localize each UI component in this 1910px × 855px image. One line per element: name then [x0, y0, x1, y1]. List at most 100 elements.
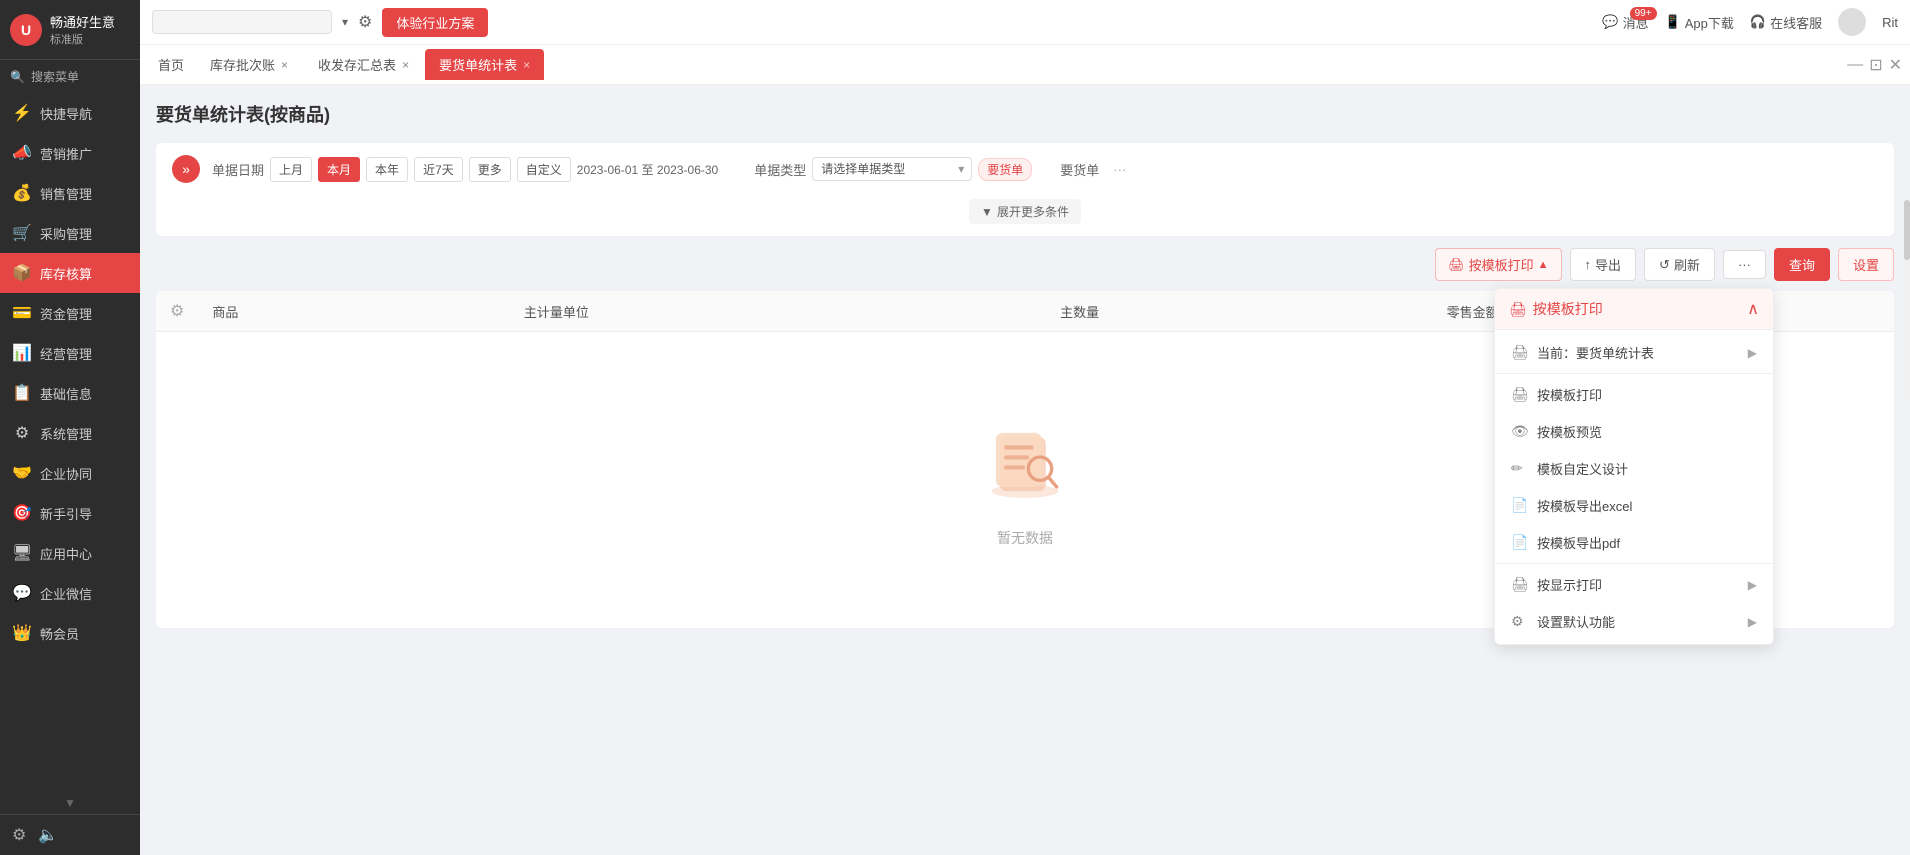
- print-item-export-excel[interactable]: 📄 按模板导出excel: [1495, 487, 1773, 524]
- type-select[interactable]: 请选择单据类型: [812, 157, 972, 181]
- sidebar-item-purchase[interactable]: 🛒 采购管理: [0, 213, 140, 253]
- sidebar-item-label: 新手引导: [40, 504, 92, 523]
- sidebar-item-marketing[interactable]: 📣 营销推广: [0, 133, 140, 173]
- expand-filter-row: ▼ 展开更多条件: [172, 199, 1878, 224]
- window-close-icon[interactable]: ✕: [1889, 55, 1902, 75]
- right-scrollbar[interactable]: [1904, 200, 1910, 400]
- user-avatar[interactable]: [1838, 8, 1866, 36]
- username-label: Rit: [1882, 15, 1898, 30]
- page-title: 要货单统计表(按商品): [156, 101, 1894, 127]
- table-settings-icon[interactable]: ⚙: [170, 303, 184, 320]
- template-print-label: 按模板打印: [1537, 385, 1602, 404]
- expand-label: 展开更多条件: [997, 203, 1069, 220]
- date-btn-this-month[interactable]: 本月: [318, 157, 360, 182]
- refresh-button[interactable]: ↺ 刷新: [1644, 248, 1715, 281]
- print-template-button[interactable]: 🖨 按模板打印 ▲: [1435, 248, 1561, 281]
- sidebar-item-enterprise[interactable]: 🤝 企业协同: [0, 453, 140, 493]
- footer-settings-icon[interactable]: ⚙: [12, 825, 26, 845]
- app-center-icon: 🖥: [12, 543, 32, 563]
- sidebar-item-inventory[interactable]: 📦 库存核算: [0, 253, 140, 293]
- sidebar-scroll-down[interactable]: ▼: [0, 792, 140, 814]
- date-btn-custom[interactable]: 自定义: [517, 157, 571, 182]
- date-btn-more[interactable]: 更多: [469, 157, 511, 182]
- tab-order-stats[interactable]: 要货单统计表 ×: [425, 49, 544, 80]
- settings-button[interactable]: 设置: [1838, 248, 1894, 281]
- tab-home[interactable]: 首页: [148, 49, 194, 80]
- message-button[interactable]: 💬 消息 99+: [1602, 13, 1648, 32]
- print-dropdown-title-label: 按模板打印: [1533, 299, 1603, 319]
- divider-2: [1495, 563, 1773, 564]
- tab-receipt-summary[interactable]: 收发存汇总表 ×: [304, 49, 423, 80]
- sidebar-item-sales[interactable]: 💰 销售管理: [0, 173, 140, 213]
- print-item-template-preview[interactable]: 👁 按模板预览: [1495, 413, 1773, 450]
- sidebar-item-finance[interactable]: 💳 资金管理: [0, 293, 140, 333]
- sidebar-item-system[interactable]: ⚙ 系统管理: [0, 413, 140, 453]
- print-item-template-design[interactable]: ✏ 模板自定义设计: [1495, 450, 1773, 487]
- query-button[interactable]: 查询: [1774, 248, 1830, 281]
- more-options-button[interactable]: ···: [1723, 250, 1766, 279]
- trial-button[interactable]: 体验行业方案: [382, 8, 488, 37]
- display-print-icon: 🖨: [1511, 576, 1529, 593]
- sales-icon: 💰: [12, 183, 32, 203]
- topbar-gear-icon[interactable]: ⚙: [358, 12, 372, 32]
- print-label: 按模板打印: [1469, 255, 1534, 274]
- empty-illustration: [975, 412, 1075, 512]
- export-button[interactable]: ↑ 导出: [1570, 248, 1637, 281]
- export-icon: ↑: [1585, 257, 1592, 272]
- window-maximize-icon[interactable]: ⊡: [1869, 55, 1882, 75]
- app-logo-icon: U: [10, 14, 42, 46]
- sidebar-item-operation[interactable]: 📊 经营管理: [0, 333, 140, 373]
- sidebar-item-member[interactable]: 👑 畅会员: [0, 613, 140, 653]
- topbar: ▾ ⚙ 体验行业方案 💬 消息 99+ 📱 App下载 🎧 在线客服 Rit: [140, 0, 1910, 45]
- tab-inventory-batch[interactable]: 库存批次账 ×: [196, 49, 302, 80]
- sidebar-item-wechat[interactable]: 💬 企业微信: [0, 573, 140, 613]
- topbar-search-input[interactable]: [152, 10, 332, 34]
- print-dropdown-close-icon[interactable]: ∧: [1747, 299, 1759, 319]
- sidebar-item-label: 采购管理: [40, 224, 92, 243]
- expand-filter-button[interactable]: ▼ 展开更多条件: [969, 199, 1081, 224]
- tab-receipt-summary-close[interactable]: ×: [402, 58, 409, 72]
- sidebar-item-app-center[interactable]: 🖥 应用中心: [0, 533, 140, 573]
- print-item-default-func[interactable]: ⚙ 设置默认功能 ▶: [1495, 603, 1773, 640]
- filter-toggle-button[interactable]: »: [172, 155, 200, 183]
- app-download-button[interactable]: 📱 App下载: [1665, 13, 1734, 32]
- sidebar-item-label: 企业微信: [40, 584, 92, 603]
- app-name: 畅通好生意: [50, 12, 115, 31]
- online-service-button[interactable]: 🎧 在线客服: [1750, 13, 1822, 32]
- tab-inventory-batch-label: 库存批次账: [210, 55, 275, 74]
- service-label: 在线客服: [1770, 13, 1822, 32]
- sidebar-item-guide[interactable]: 🎯 新手引导: [0, 493, 140, 533]
- print-icon: 🖨: [1448, 257, 1465, 273]
- type-select-wrap: 请选择单据类型: [812, 157, 972, 181]
- print-item-export-pdf[interactable]: 📄 按模板导出pdf: [1495, 524, 1773, 561]
- footer-audio-icon[interactable]: 🔈: [38, 825, 58, 845]
- message-badge: 99+: [1630, 7, 1657, 20]
- sidebar-item-label: 销售管理: [40, 184, 92, 203]
- query-label: 查询: [1789, 255, 1815, 274]
- tab-bar: 首页 库存批次账 × 收发存汇总表 × 要货单统计表 × — ⊡ ✕: [140, 45, 1910, 85]
- display-print-arrow: ▶: [1748, 578, 1757, 592]
- default-func-arrow: ▶: [1748, 615, 1757, 629]
- sidebar-search[interactable]: 🔍 搜索菜单: [0, 60, 140, 93]
- print-item-display-print[interactable]: 🖨 按显示打印 ▶: [1495, 566, 1773, 603]
- print-dropdown-title-icon: 🖨: [1509, 301, 1527, 318]
- sidebar-item-quick-nav[interactable]: ⚡ 快捷导航: [0, 93, 140, 133]
- expand-icon: ▼: [981, 205, 993, 219]
- date-btn-7days[interactable]: 近7天: [414, 157, 463, 182]
- print-dropdown-header: 🖨 按模板打印 ∧: [1495, 289, 1773, 330]
- date-btn-this-year[interactable]: 本年: [366, 157, 408, 182]
- template-preview-label: 按模板预览: [1537, 422, 1602, 441]
- member-icon: 👑: [12, 623, 32, 643]
- print-item-template-print[interactable]: 🖨 按模板打印: [1495, 376, 1773, 413]
- app-download-label: App下载: [1685, 13, 1734, 32]
- window-minimize-icon[interactable]: —: [1847, 56, 1863, 74]
- sidebar-item-basic[interactable]: 📋 基础信息: [0, 373, 140, 413]
- tab-order-stats-close[interactable]: ×: [523, 58, 530, 72]
- print-item-current[interactable]: 🖨 当前：要货单统计表 ▶: [1495, 334, 1773, 371]
- sidebar-item-label: 快捷导航: [40, 104, 92, 123]
- enterprise-icon: 🤝: [12, 463, 32, 483]
- topbar-dropdown-arrow[interactable]: ▾: [342, 15, 348, 29]
- tab-inventory-batch-close[interactable]: ×: [281, 58, 288, 72]
- right-scrollbar-thumb: [1904, 200, 1910, 260]
- date-btn-last-month[interactable]: 上月: [270, 157, 312, 182]
